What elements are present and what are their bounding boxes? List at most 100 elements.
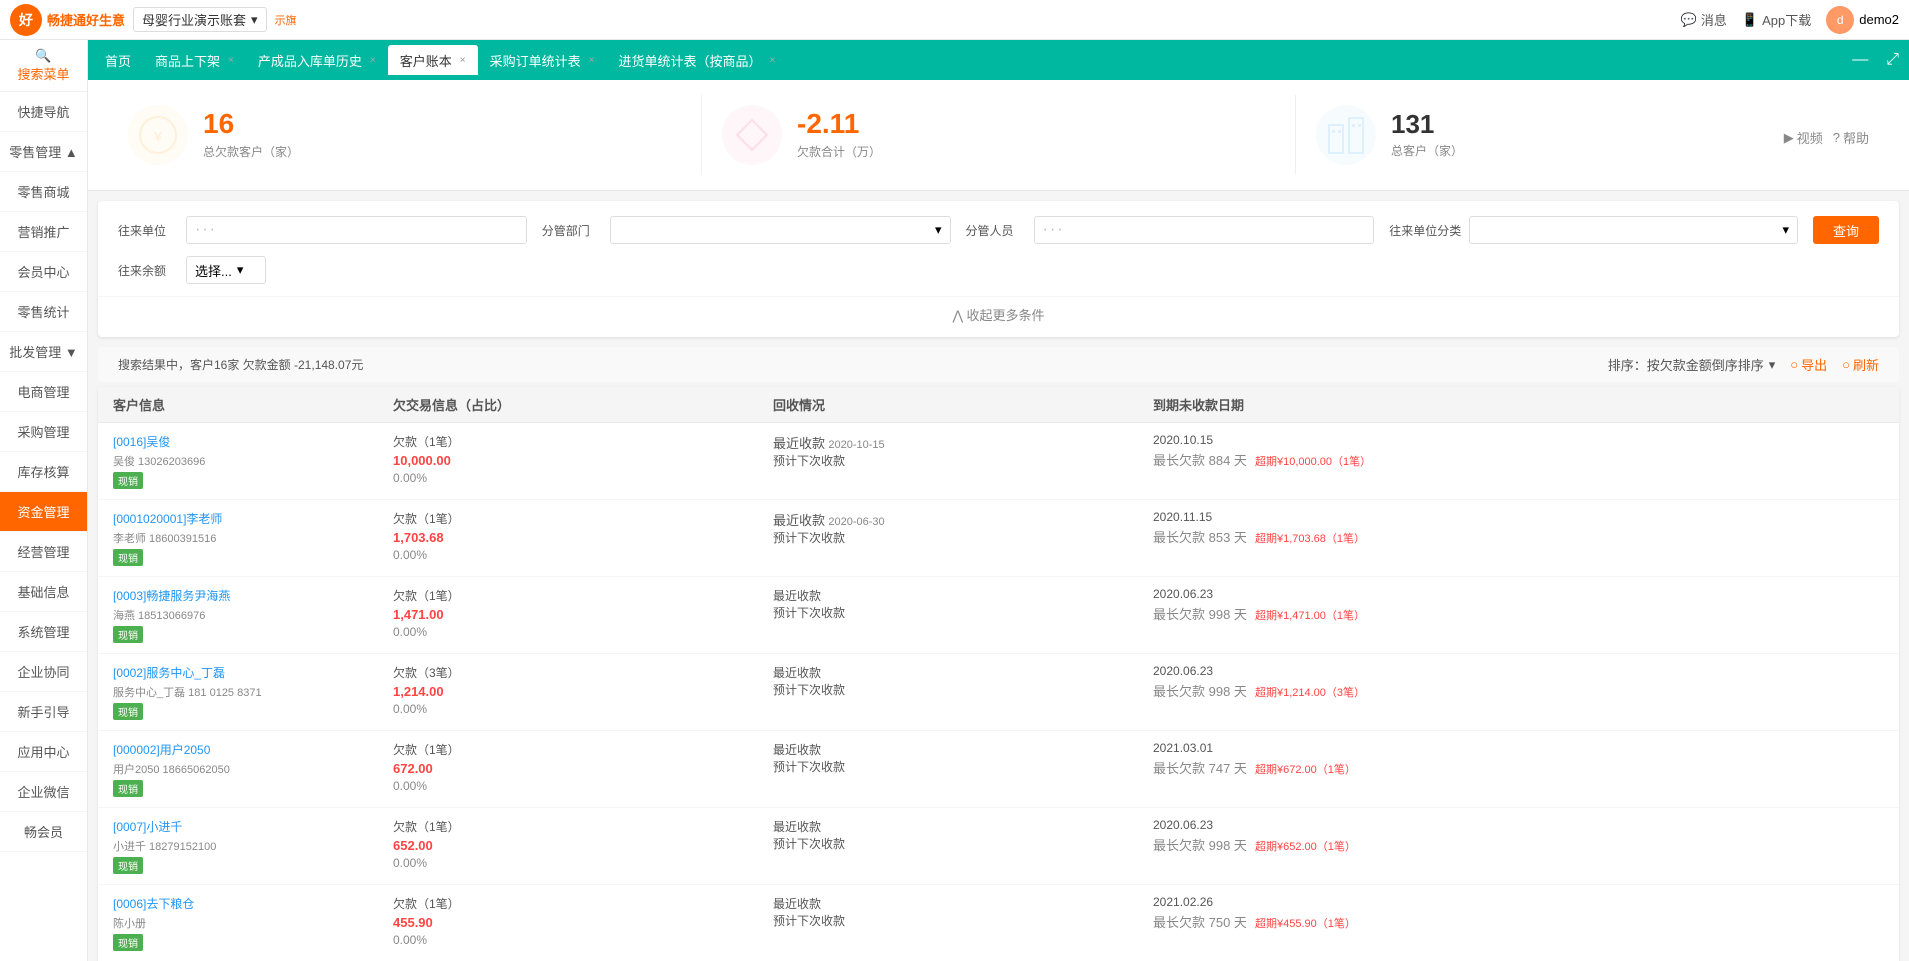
overdue-text-row2[interactable]: 超期¥1,703.68（1笔）: [1255, 533, 1365, 545]
total-debt-customers-number: 16: [203, 110, 299, 138]
video-btn[interactable]: ▶ 视频: [1784, 128, 1823, 147]
client-col-row5: [000002]用户2050 用户2050 18665062050 现销: [113, 741, 393, 797]
manager-input[interactable]: ···: [1034, 216, 1375, 244]
sidebar-item-system-mgmt[interactable]: 系统管理: [0, 612, 87, 652]
overdue-text-row5[interactable]: 超期¥672.00（1笔）: [1255, 764, 1356, 776]
overdue-text-row6[interactable]: 超期¥652.00（1笔）: [1255, 841, 1356, 853]
sort-selector[interactable]: 排序：按欠款金额倒序排序 ▾: [1608, 355, 1776, 374]
sidebar-item-enterprise-collab[interactable]: 企业协同: [0, 652, 87, 692]
overdue-text-row1[interactable]: 超期¥10,000.00（1笔）: [1255, 456, 1371, 468]
sidebar-item-member-center[interactable]: 会员中心: [0, 252, 87, 292]
video-icon: ▶: [1784, 130, 1794, 146]
due-col-row3: 2020.06.23 最长欠款 998 天 超期¥1,471.00（1笔）: [1153, 587, 1884, 623]
table-row: [0006]去下粮仓 陈小册 现销 欠款（1笔） 455.90 0.00% 最近…: [98, 885, 1899, 961]
sidebar-item-basic-info[interactable]: 基础信息: [0, 572, 87, 612]
client-name-row1[interactable]: [0016]吴俊: [113, 433, 393, 450]
top-bar-left: 好 畅捷通好生意 母婴行业演示账套 ▾ 示旗: [10, 4, 297, 36]
sidebar-item-vip-member[interactable]: 畅会员: [0, 812, 87, 852]
user-profile[interactable]: d demo2: [1826, 6, 1899, 34]
tab-customer-account[interactable]: 客户账本 ×: [388, 45, 478, 75]
overdue-text-row3[interactable]: 超期¥1,471.00（1笔）: [1255, 610, 1365, 622]
overdue-text-row7[interactable]: 超期¥455.90（1笔）: [1255, 918, 1356, 930]
sidebar-item-new-guide[interactable]: 新手引导: [0, 692, 87, 732]
sidebar-item-retail-mgmt[interactable]: 零售管理 ▲: [0, 132, 87, 172]
tab-expand-btn[interactable]: ⤢: [1881, 49, 1904, 71]
debt-amount-row6: 652.00: [393, 838, 773, 853]
client-tag-row3: 现销: [113, 626, 143, 643]
help-btn[interactable]: ? 帮助: [1833, 128, 1869, 147]
client-name-row2[interactable]: [0001020001]李老师: [113, 510, 393, 527]
filter-dept: 分管部门 ▾: [542, 216, 951, 244]
tab-close-products-up-down[interactable]: ×: [228, 55, 234, 66]
sidebar-item-retail-mall[interactable]: 零售商城: [0, 172, 87, 212]
client-tag-row1: 现销: [113, 472, 143, 489]
diamond-icon: [732, 115, 772, 155]
client-name-row4[interactable]: [0002]服务中心_丁磊: [113, 664, 393, 681]
manager-label: 分管人员: [966, 222, 1026, 239]
sidebar-item-enterprise-wechat[interactable]: 企业微信: [0, 772, 87, 812]
sidebar-item-finance-mgmt[interactable]: 资金管理: [0, 492, 87, 532]
tab-close-purchase-stats[interactable]: ×: [589, 55, 595, 66]
export-icon: ○: [1790, 357, 1798, 372]
filter-collapse-btn[interactable]: ⋀ 收起更多条件: [98, 296, 1899, 332]
return-label-row7: 最近收款: [773, 895, 1153, 912]
company-selector[interactable]: 母婴行业演示账套 ▾: [133, 7, 267, 32]
client-name-row3[interactable]: [0003]畅捷服务尹海燕: [113, 587, 393, 604]
sidebar-item-app-center[interactable]: 应用中心: [0, 732, 87, 772]
client-name-row6[interactable]: [0007]小进千: [113, 818, 393, 835]
return-label-row6: 最近收款: [773, 818, 1153, 835]
debt-ratio-row4: 0.00%: [393, 702, 773, 716]
tab-purchase-product-stats[interactable]: 进货单统计表（按商品） ×: [606, 45, 787, 75]
client-tag-row5: 现销: [113, 780, 143, 797]
filter-area: 往来单位 ··· 分管部门 ▾ 分管人员: [98, 201, 1899, 337]
client-col-row7: [0006]去下粮仓 陈小册 现销: [113, 895, 393, 951]
chevron-down-icon: ▾: [237, 262, 244, 278]
tab-close-purchase-product-stats[interactable]: ×: [769, 55, 775, 66]
due-col-row1: 2020.10.15 最长欠款 884 天 超期¥10,000.00（1笔）: [1153, 433, 1884, 469]
sidebar-item-ecommerce-mgmt[interactable]: 电商管理: [0, 372, 87, 412]
tab-purchase-stats[interactable]: 采购订单统计表 ×: [478, 45, 607, 75]
sidebar-item-marketing[interactable]: 营销推广: [0, 212, 87, 252]
app-download-action[interactable]: 📱 App下载: [1742, 10, 1811, 29]
client-name-row5[interactable]: [000002]用户2050: [113, 741, 393, 758]
client-tag-row2: 现销: [113, 549, 143, 566]
tab-close-production-history[interactable]: ×: [370, 55, 376, 66]
refresh-btn[interactable]: ○ 刷新: [1842, 355, 1879, 374]
tab-minimize-btn[interactable]: —: [1847, 49, 1873, 71]
client-col-row6: [0007]小进千 小进千 18279152100 现销: [113, 818, 393, 874]
chevron-down-icon: ▾: [1782, 222, 1789, 238]
sidebar-item-batch-mgmt[interactable]: 批发管理 ▼: [0, 332, 87, 372]
export-btn[interactable]: ○ 导出: [1790, 355, 1827, 374]
tab-close-customer-account[interactable]: ×: [460, 55, 466, 66]
client-name-row7[interactable]: [0006]去下粮仓: [113, 895, 393, 912]
client-tag-row4: 现销: [113, 703, 143, 720]
client-detail-row1: 吴俊 13026203696: [113, 453, 393, 469]
tab-products-up-down[interactable]: 商品上下架 ×: [143, 45, 246, 75]
debt-col-row4: 欠款（3笔） 1,214.00 0.00%: [393, 664, 773, 716]
debt-label-row4: 欠款（3笔）: [393, 664, 773, 681]
return-next-row1: 预计下次收款: [773, 452, 1153, 469]
overdue-text-row4[interactable]: 超期¥1,214.00（3笔）: [1255, 687, 1365, 699]
tab-home[interactable]: 首页: [93, 45, 143, 75]
source-unit-input[interactable]: ···: [186, 216, 527, 244]
message-action[interactable]: 💬 消息: [1681, 10, 1727, 29]
balance-dropdown[interactable]: 选择... ▾: [186, 256, 266, 284]
sidebar-item-quick-nav[interactable]: 快捷导航: [0, 92, 87, 132]
return-col-row6: 最近收款 预计下次收款: [773, 818, 1153, 852]
search-menu-btn[interactable]: 🔍 搜索菜单: [0, 40, 87, 92]
dept-select[interactable]: ▾: [610, 216, 951, 244]
source-unit-category-label: 往来单位分类: [1389, 222, 1461, 239]
sidebar-item-purchase-mgmt[interactable]: 采购管理: [0, 412, 87, 452]
search-btn[interactable]: 查询: [1813, 216, 1879, 244]
search-icon: 🔍: [35, 48, 51, 63]
sidebar-item-operations-mgmt[interactable]: 经营管理: [0, 532, 87, 572]
overdue-days-row1: 最长欠款 884 天 超期¥10,000.00（1笔）: [1153, 450, 1884, 469]
source-unit-category-select[interactable]: ▾: [1469, 216, 1798, 244]
store-front-link[interactable]: 示旗: [275, 12, 297, 28]
sidebar-item-inventory[interactable]: 库存核算: [0, 452, 87, 492]
stat-card-debt-customers: ¥ 16 总欠款客户（家）: [108, 95, 702, 175]
due-date-row3: 2020.06.23: [1153, 587, 1884, 601]
header-due-date: 到期未收款日期: [1153, 395, 1884, 414]
tab-production-history[interactable]: 产成品入库单历史 ×: [246, 45, 388, 75]
sidebar-item-retail-stats[interactable]: 零售统计: [0, 292, 87, 332]
